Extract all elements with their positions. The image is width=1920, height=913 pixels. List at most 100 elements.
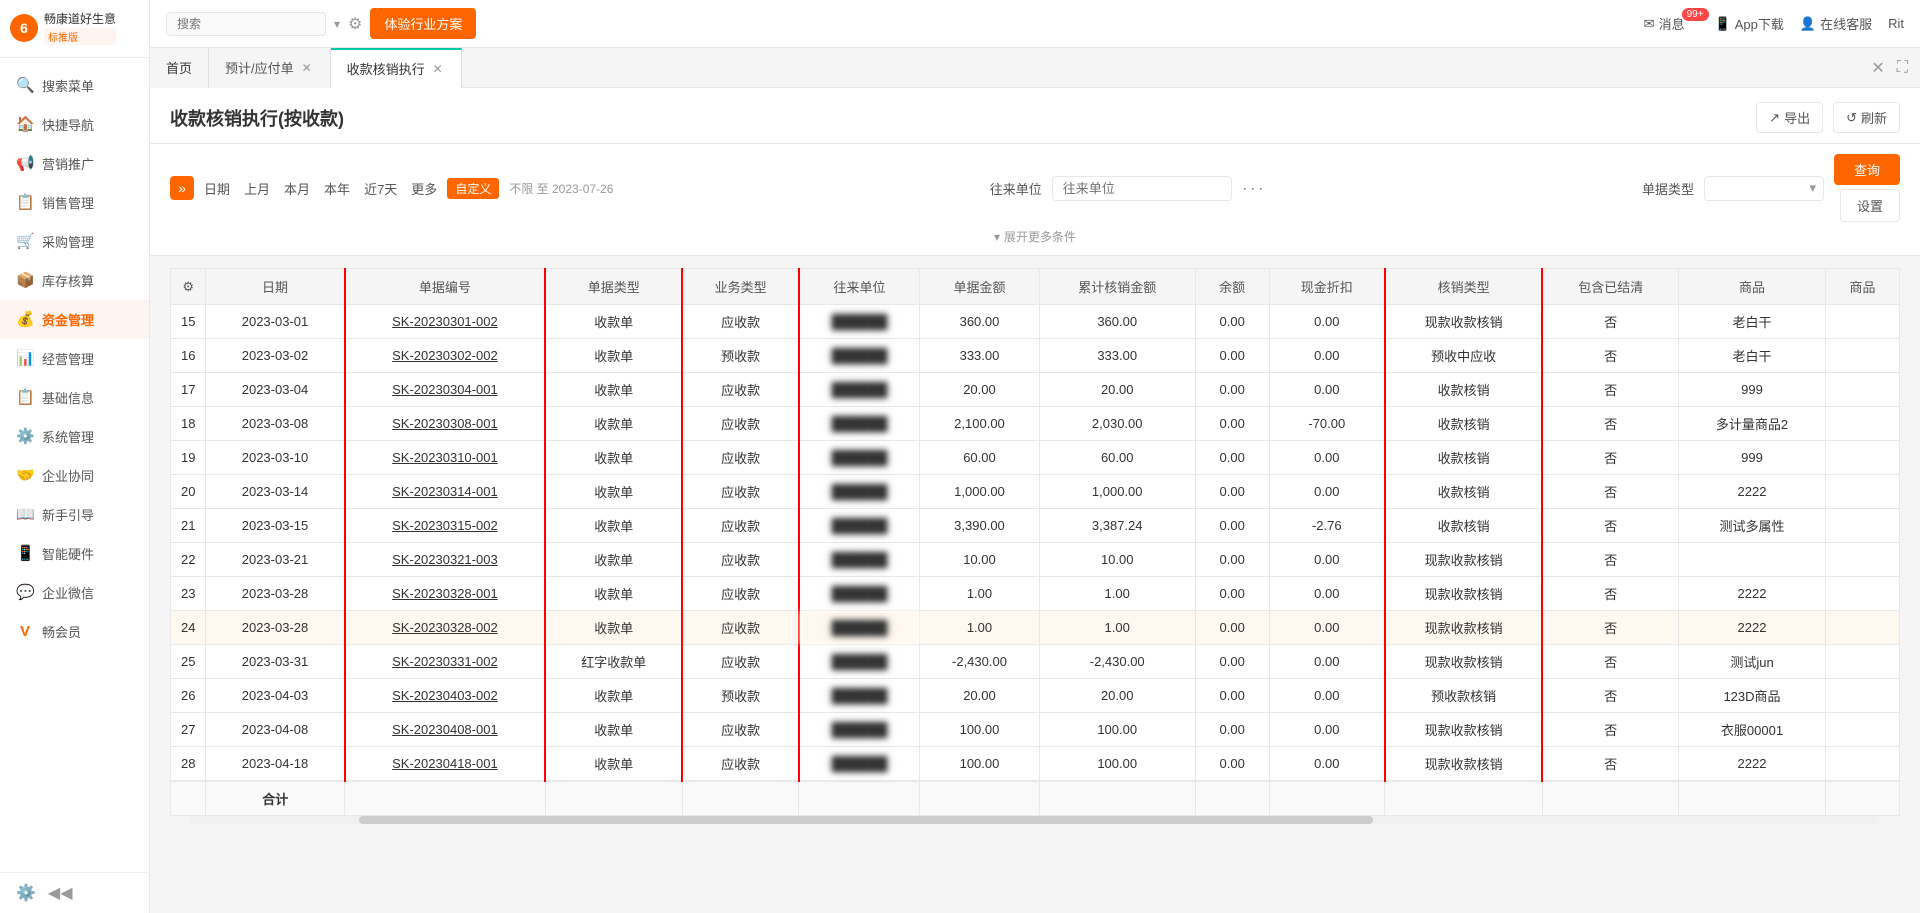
- sidebar: 6 畅康道好生意 标推版 🔍 搜索菜单 🏠 快捷导航 📢 营销推广 📋 销售管理…: [0, 0, 150, 913]
- table-cell[interactable]: SK-20230302-002: [345, 339, 546, 373]
- table-cell[interactable]: SK-20230331-002: [345, 645, 546, 679]
- table-cell: 收款单: [545, 441, 682, 475]
- sidebar-item-hardware[interactable]: 📱 智能硬件: [0, 534, 149, 573]
- table-cell: 应收款: [682, 645, 799, 679]
- summary-cell: [1195, 781, 1269, 816]
- message-icon: ✉: [1644, 16, 1655, 32]
- table-cell: ██████: [799, 679, 920, 713]
- date-more-btn[interactable]: 更多: [407, 177, 441, 200]
- table-cell: 20.00: [1039, 679, 1195, 713]
- message-button[interactable]: ✉ 消息 99+: [1644, 14, 1699, 33]
- export-button[interactable]: ↗ 导出: [1756, 102, 1823, 133]
- table-cell[interactable]: SK-20230321-003: [345, 543, 546, 577]
- table-gear-icon[interactable]: ⚙: [182, 279, 194, 294]
- col-settings-header[interactable]: ⚙: [171, 269, 206, 305]
- settings-bottom-icon[interactable]: ⚙️: [16, 883, 36, 903]
- refresh-icon: ↺: [1846, 110, 1857, 126]
- sidebar-item-inventory[interactable]: 📦 库存核算: [0, 261, 149, 300]
- filter-query-block: 查询 设置: [1834, 154, 1900, 222]
- sidebar-item-label: 畅会员: [42, 622, 81, 641]
- sales-icon: 📋: [16, 193, 34, 211]
- date-last-7days-btn[interactable]: 近7天: [360, 177, 401, 200]
- sidebar-item-search[interactable]: 🔍 搜索菜单: [0, 66, 149, 105]
- table-cell: 2023-03-31: [206, 645, 345, 679]
- tab-payable-close[interactable]: ✕: [300, 61, 314, 75]
- table-cell: 现款收款核销: [1385, 577, 1542, 611]
- table-cell[interactable]: SK-20230403-002: [345, 679, 546, 713]
- online-service-button[interactable]: 👤 在线客服: [1800, 14, 1872, 33]
- filter-more-row: ▾ 展开更多条件: [170, 228, 1900, 245]
- table-cell: 2023-04-18: [206, 747, 345, 782]
- sidebar-item-marketing[interactable]: 📢 营销推广: [0, 144, 149, 183]
- table-cell: 20.00: [1039, 373, 1195, 407]
- gear-icon[interactable]: ⚙: [348, 14, 362, 34]
- expand-conditions-button[interactable]: ▾ 展开更多条件: [994, 228, 1076, 245]
- sidebar-item-quicknav[interactable]: 🏠 快捷导航: [0, 105, 149, 144]
- setting-button[interactable]: 设置: [1840, 189, 1900, 222]
- table-cell[interactable]: SK-20230304-001: [345, 373, 546, 407]
- tab-home[interactable]: 首页: [150, 48, 209, 88]
- sidebar-item-wechat[interactable]: 💬 企业微信: [0, 573, 149, 612]
- table-cell[interactable]: SK-20230418-001: [345, 747, 546, 782]
- table-row: 282023-04-18SK-20230418-001收款单应收款██████1…: [171, 747, 1900, 782]
- table-cell[interactable]: SK-20230314-001: [345, 475, 546, 509]
- sidebar-item-purchase[interactable]: 🛒 采购管理: [0, 222, 149, 261]
- horizontal-scrollbar[interactable]: [190, 816, 1880, 824]
- table-row: 222023-03-21SK-20230321-003收款单应收款██████1…: [171, 543, 1900, 577]
- industry-solution-button[interactable]: 体验行业方案: [370, 8, 476, 39]
- sidebar-item-system[interactable]: ⚙️ 系统管理: [0, 417, 149, 456]
- date-this-month-btn[interactable]: 本月: [280, 177, 314, 200]
- sidebar-item-finance[interactable]: 💰 资金管理: [0, 300, 149, 339]
- date-this-year-btn[interactable]: 本年: [320, 177, 354, 200]
- sidebar-item-guide[interactable]: 📖 新手引导: [0, 495, 149, 534]
- table-cell[interactable]: SK-20230408-001: [345, 713, 546, 747]
- table-cell: 26: [171, 679, 206, 713]
- bill-type-select[interactable]: [1704, 176, 1824, 201]
- sidebar-item-enterprise[interactable]: 🤝 企业协同: [0, 456, 149, 495]
- table-cell[interactable]: SK-20230315-002: [345, 509, 546, 543]
- table-cell: [1825, 373, 1899, 407]
- close-tab-icon[interactable]: ✕: [1867, 54, 1888, 82]
- col-bill-type-header: 单据类型: [545, 269, 682, 305]
- query-button[interactable]: 查询: [1834, 154, 1900, 185]
- date-custom-btn[interactable]: 自定义: [447, 178, 499, 199]
- basic-icon: 📋: [16, 388, 34, 406]
- table-cell: 现款收款核销: [1385, 645, 1542, 679]
- filter-toggle-button[interactable]: »: [170, 176, 194, 200]
- user-name[interactable]: Rit: [1888, 16, 1904, 31]
- sidebar-item-member[interactable]: V 畅会员: [0, 612, 149, 651]
- table-cell: 否: [1542, 645, 1678, 679]
- table-cell[interactable]: SK-20230328-002: [345, 611, 546, 645]
- collapse-icon[interactable]: ◀◀: [48, 883, 73, 903]
- table-cell: 0.00: [1195, 645, 1269, 679]
- tab-payable[interactable]: 预计/应付单 ✕: [209, 48, 331, 88]
- main-area: ▾ ⚙ 体验行业方案 ✉ 消息 99+ 📱 App下载 👤 在线客服 Rit 首…: [150, 0, 1920, 913]
- tab-writeoff[interactable]: 收款核销执行 ✕: [331, 48, 462, 88]
- app-download-button[interactable]: 📱 App下载: [1715, 14, 1784, 33]
- sidebar-item-basic[interactable]: 📋 基础信息: [0, 378, 149, 417]
- tab-writeoff-close[interactable]: ✕: [431, 62, 445, 76]
- table-cell: 收款单: [545, 339, 682, 373]
- partner-filter-input[interactable]: [1052, 176, 1232, 201]
- table-cell: 应收款: [682, 509, 799, 543]
- refresh-button[interactable]: ↺ 刷新: [1833, 102, 1900, 133]
- scroll-thumb[interactable]: [359, 816, 1373, 824]
- table-cell: -2.76: [1269, 509, 1385, 543]
- table-cell[interactable]: SK-20230308-001: [345, 407, 546, 441]
- table-cell: [1825, 713, 1899, 747]
- date-last-month-btn[interactable]: 上月: [240, 177, 274, 200]
- table-cell[interactable]: SK-20230328-001: [345, 577, 546, 611]
- table-cell[interactable]: SK-20230310-001: [345, 441, 546, 475]
- member-icon: V: [16, 623, 34, 640]
- table-cell: 0.00: [1195, 339, 1269, 373]
- sidebar-item-operation[interactable]: 📊 经营管理: [0, 339, 149, 378]
- table-cell: 22: [171, 543, 206, 577]
- table-cell[interactable]: SK-20230301-002: [345, 305, 546, 339]
- table-cell: 2222: [1679, 577, 1826, 611]
- search-input[interactable]: [166, 12, 326, 36]
- table-cell: 多计量商品2: [1679, 407, 1826, 441]
- sidebar-item-label: 经营管理: [42, 349, 94, 368]
- sidebar-item-label: 库存核算: [42, 271, 94, 290]
- maximize-icon[interactable]: ⛶: [1893, 55, 1912, 81]
- sidebar-item-sales[interactable]: 📋 销售管理: [0, 183, 149, 222]
